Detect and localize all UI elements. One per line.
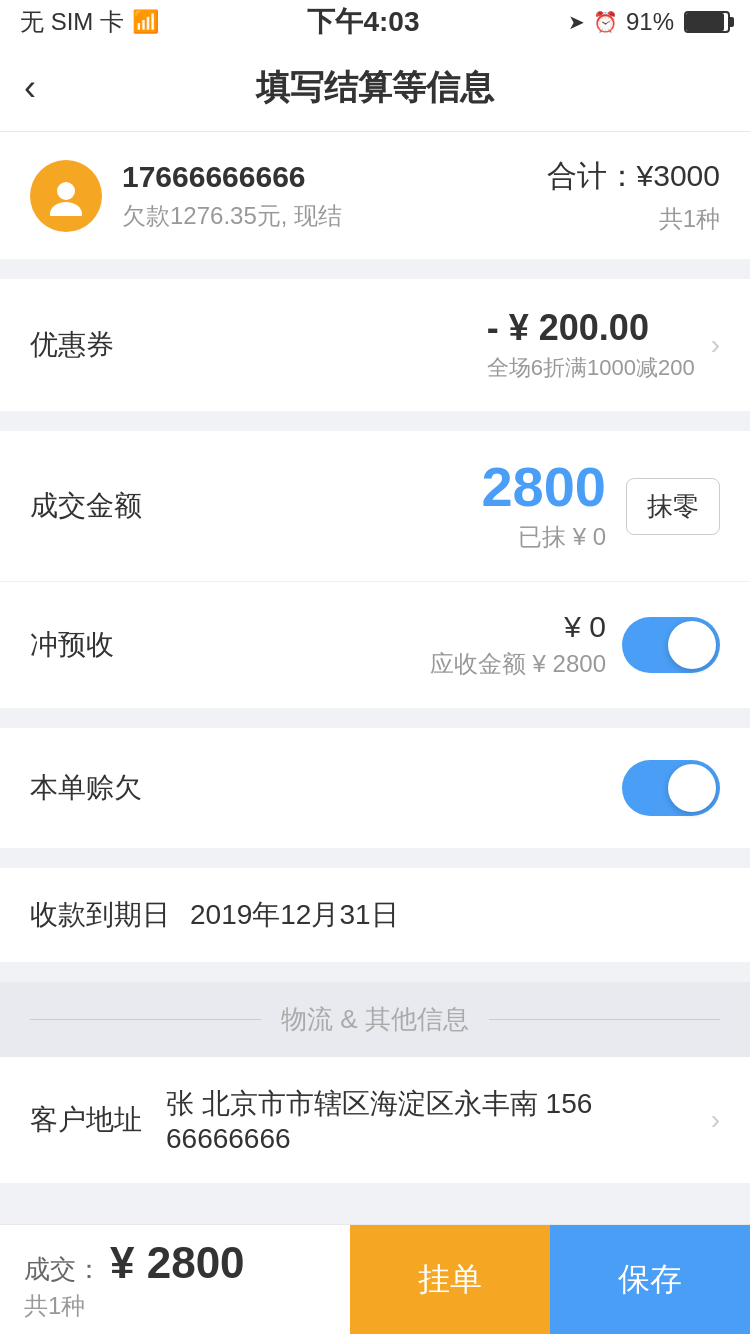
debt-label: 本单赊欠 [30, 769, 142, 807]
customer-phone: 17666666666 [122, 160, 342, 194]
divider-section: 物流 & 其他信息 [0, 982, 750, 1057]
coupon-right: - ¥ 200.00 全场6折满1000减200 › [487, 307, 720, 383]
coupon-row[interactable]: 优惠券 - ¥ 200.00 全场6折满1000减200 › [0, 279, 750, 411]
customer-total: 合计：¥3000 共1种 [547, 156, 720, 235]
deal-amount-label: 成交金额 [30, 487, 142, 525]
due-date-section: 收款到期日 2019年12月31日 [0, 868, 750, 962]
nav-bar: ‹ 填写结算等信息 [0, 44, 750, 132]
status-time: 下午4:03 [307, 3, 419, 41]
round-button[interactable]: 抹零 [626, 478, 720, 535]
alarm-icon: ⏰ [593, 10, 618, 34]
receivable-amount: 应收金额 ¥ 2800 [430, 648, 606, 680]
deal-amount-block: 2800 已抹 ¥ 0 [481, 459, 606, 553]
pre-receive-toggle[interactable] [622, 617, 720, 673]
deal-sub: 已抹 ¥ 0 [481, 521, 606, 553]
status-left: 无 SIM 卡 📶 [20, 6, 159, 38]
coupon-info: - ¥ 200.00 全场6折满1000减200 [487, 307, 695, 383]
bottom-bar: 成交： ¥ 2800 共1种 挂单 保存 [0, 1224, 750, 1334]
toggle-knob [668, 621, 716, 669]
coupon-amount: - ¥ 200.00 [487, 307, 695, 349]
pre-receive-right: ¥ 0 应收金额 ¥ 2800 [430, 610, 720, 680]
svg-point-1 [50, 202, 82, 216]
pre-amount: ¥ 0 [430, 610, 606, 644]
debt-section: 本单赊欠 [0, 728, 750, 848]
page-title: 填写结算等信息 [256, 65, 494, 111]
address-row[interactable]: 客户地址 张 北京市市辖区海淀区永丰南 156 66666666 › [0, 1057, 750, 1183]
deal-amount-row: 成交金额 2800 已抹 ¥ 0 抹零 [0, 431, 750, 582]
location-icon: ➤ [568, 10, 585, 34]
due-date-value: 2019年12月31日 [190, 896, 399, 934]
pre-receive-label: 冲预收 [30, 626, 114, 664]
divider-line-left [30, 1019, 261, 1020]
total-count: 共1种 [547, 203, 720, 235]
back-button[interactable]: ‹ [24, 67, 36, 109]
divider-text: 物流 & 其他信息 [261, 1002, 489, 1037]
total-amount: 合计：¥3000 [547, 156, 720, 197]
save-button[interactable]: 保存 [550, 1225, 750, 1335]
debt-row: 本单赊欠 [0, 728, 750, 848]
status-bar: 无 SIM 卡 📶 下午4:03 ➤ ⏰ 91% [0, 0, 750, 44]
debt-toggle[interactable] [622, 760, 720, 816]
customer-debt: 欠款1276.35元, 现结 [122, 200, 342, 232]
address-section: 客户地址 张 北京市市辖区海淀区永丰南 156 66666666 › [0, 1057, 750, 1183]
status-right: ➤ ⏰ 91% [568, 8, 730, 36]
deal-amount-value: 2800 [481, 459, 606, 515]
address-value: 张 北京市市辖区海淀区永丰南 156 66666666 [150, 1085, 711, 1155]
divider-line-right [489, 1019, 720, 1020]
customer-left: 17666666666 欠款1276.35元, 现结 [30, 160, 342, 232]
battery-icon [684, 11, 730, 33]
bottom-deal-info: 成交： ¥ 2800 共1种 [0, 1238, 350, 1322]
deal-section: 成交金额 2800 已抹 ¥ 0 抹零 冲预收 ¥ 0 应收金额 ¥ 2800 [0, 431, 750, 708]
avatar [30, 160, 102, 232]
coupon-label: 优惠券 [30, 326, 114, 364]
content-area: 17666666666 欠款1276.35元, 现结 合计：¥3000 共1种 … [0, 132, 750, 1334]
due-date-label: 收款到期日 [30, 896, 170, 934]
bottom-deal-row: 成交： ¥ 2800 [24, 1238, 326, 1288]
coupon-section: 优惠券 - ¥ 200.00 全场6折满1000减200 › [0, 279, 750, 411]
debt-toggle-knob [668, 764, 716, 812]
deal-amount-right: 2800 已抹 ¥ 0 抹零 [481, 459, 720, 553]
carrier-label: 无 SIM 卡 [20, 6, 124, 38]
bottom-deal-amount: ¥ 2800 [110, 1238, 245, 1288]
customer-info: 17666666666 欠款1276.35元, 现结 [122, 160, 342, 232]
battery-percent: 91% [626, 8, 674, 36]
coupon-desc: 全场6折满1000减200 [487, 353, 695, 383]
address-chevron-icon: › [711, 1104, 720, 1136]
bottom-deal-label: 成交： [24, 1252, 102, 1287]
customer-card: 17666666666 欠款1276.35元, 现结 合计：¥3000 共1种 [0, 132, 750, 259]
pre-receive-row: 冲预收 ¥ 0 应收金额 ¥ 2800 [0, 582, 750, 708]
chevron-right-icon: › [711, 329, 720, 361]
wifi-icon: 📶 [132, 9, 159, 35]
due-date-row: 收款到期日 2019年12月31日 [30, 896, 720, 934]
pre-amount-block: ¥ 0 应收金额 ¥ 2800 [430, 610, 606, 680]
address-label: 客户地址 [30, 1101, 150, 1139]
bottom-deal-count: 共1种 [24, 1290, 326, 1322]
pending-button[interactable]: 挂单 [350, 1225, 550, 1335]
svg-point-0 [57, 182, 75, 200]
